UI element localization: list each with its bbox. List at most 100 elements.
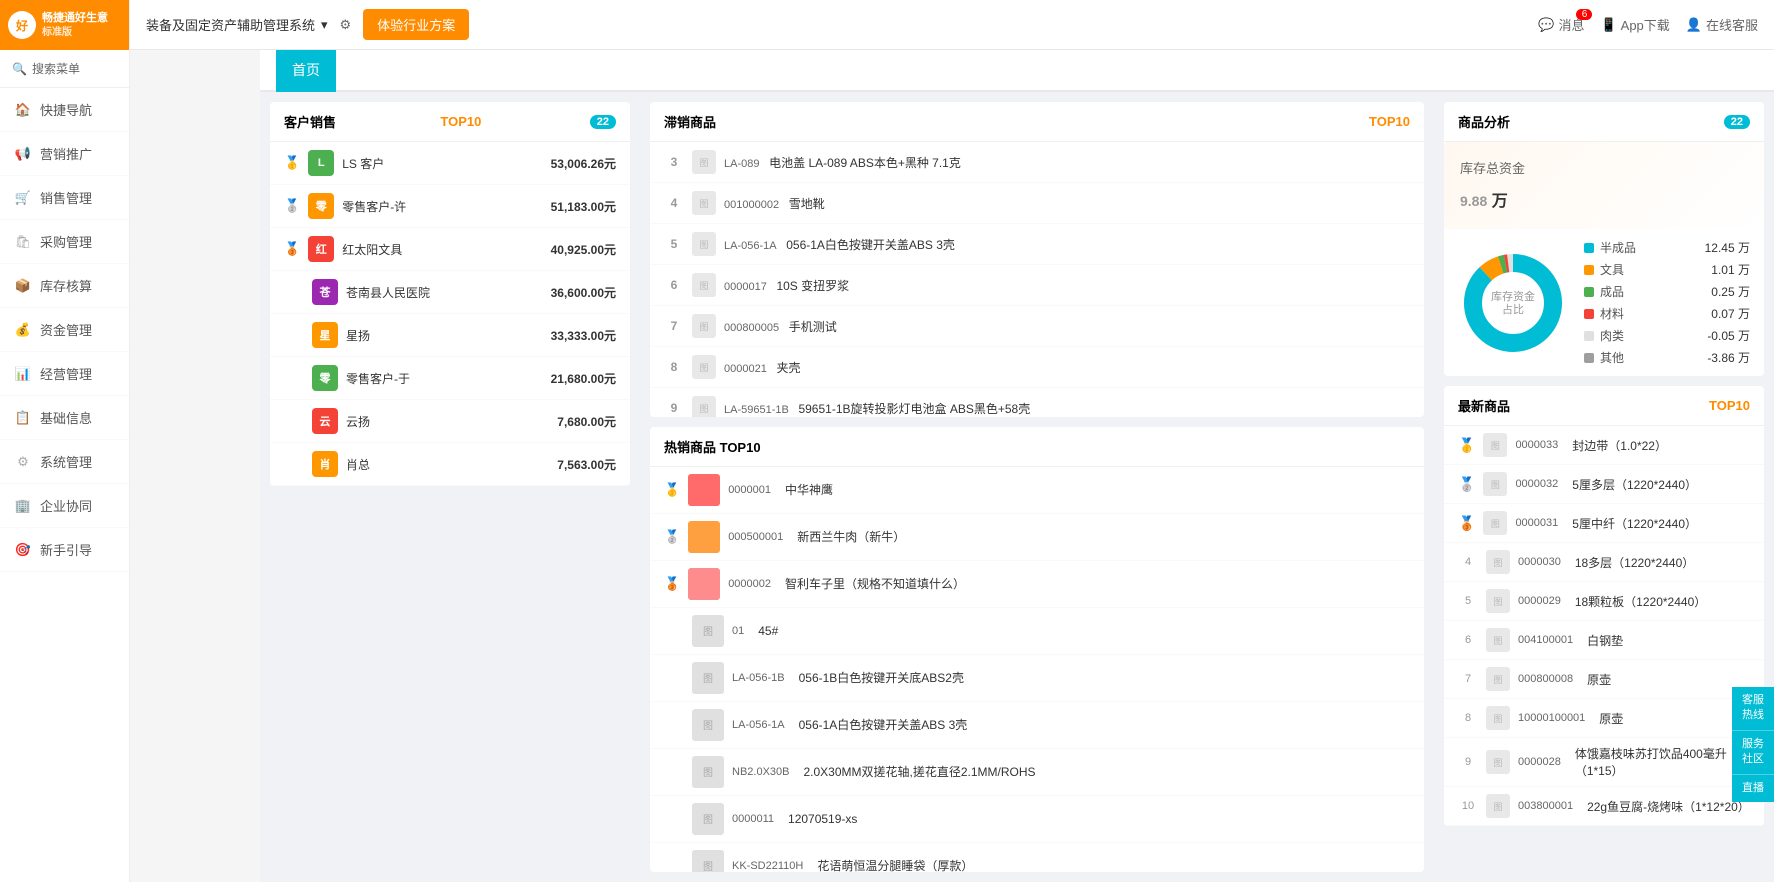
list-item: 🥉 图 0000031 5厘中纤（1220*2440）	[1444, 504, 1764, 543]
customer-sales-badge: 22	[590, 115, 616, 129]
product-code: LA-089	[724, 158, 759, 170]
float-service-button[interactable]: 客服热线	[1732, 687, 1774, 731]
sidebar-item-quick-nav[interactable]: 🏠 快捷导航	[0, 88, 129, 132]
messages-button[interactable]: 💬 消息 6	[1538, 15, 1584, 34]
product-code: 0000021	[724, 363, 767, 375]
sidebar-item-enterprise[interactable]: 🏢 企业协同	[0, 484, 129, 528]
float-direct-button[interactable]: 直播	[1732, 775, 1774, 802]
list-item: 4 图 0000030 18多层（1220*2440）	[1444, 543, 1764, 582]
content-area: 客户销售 TOP10 22 🥇 L LS 客户 53,006.26元 🥈 零 零…	[260, 92, 1774, 882]
sidebar-item-marketing[interactable]: 📢 营销推广	[0, 132, 129, 176]
rank-amount: 33,333.00元	[551, 327, 616, 344]
medal-icon: 🥈	[664, 529, 680, 545]
product-thumb: 图	[1483, 472, 1507, 496]
rank-amount: 7,563.00元	[557, 456, 616, 473]
hot-products-header: 热销商品 TOP10	[650, 427, 1424, 467]
product-thumb	[688, 474, 720, 506]
online-service-button[interactable]: 👤 在线客服	[1686, 15, 1758, 34]
product-name: 45#	[758, 624, 778, 638]
product-code: 0000001	[728, 484, 771, 496]
topbar: 装备及固定资产辅助管理系统 ▾ ⚙ 体验行业方案 💬 消息 6 📱 App下载 …	[130, 0, 1774, 50]
donut-chart: 库存资金 占比	[1458, 248, 1568, 358]
product-info: LA-59651-1B 59651-1B旋转投影灯电池盒 ABS黑色+58壳	[724, 400, 1410, 417]
rank-item: 苍 苍南县人民医院 36,600.00元	[270, 271, 630, 314]
inventory-header: 商品分析 22	[1444, 102, 1764, 142]
messages-badge: 6	[1576, 9, 1592, 20]
list-item: 图 LA-056-1B 056-1B白色按键开关底ABS2壳	[650, 655, 1424, 702]
settings-icon[interactable]: ⚙	[340, 17, 352, 33]
legend-dot	[1584, 243, 1594, 253]
new-products-label: 最新商品	[1458, 396, 1510, 415]
product-name: 体饿嘉枝味苏打饮品400毫升（1*15）	[1575, 745, 1750, 779]
product-thumb: 图	[1486, 706, 1510, 730]
rank-amount: 36,600.00元	[551, 284, 616, 301]
moving-products-header: 滞销商品 TOP10	[650, 102, 1424, 142]
system-selector[interactable]: 装备及固定资产辅助管理系统 ▾	[146, 15, 328, 34]
product-code: KK-SD22110H	[732, 860, 803, 872]
sidebar-item-operations[interactable]: 📊 经营管理	[0, 352, 129, 396]
legend-item: 肉类 -0.05 万	[1584, 327, 1750, 344]
moving-products-top: TOP10	[1369, 114, 1410, 129]
list-item: 5 图 LA-056-1A 056-1A白色按键开关盖ABS 3壳	[650, 224, 1424, 265]
list-item: 图 KK-SD22110H 花语萌恒温分腿睡袋（厚款）	[650, 843, 1424, 872]
sidebar-item-basic-info[interactable]: 📋 基础信息	[0, 396, 129, 440]
inventory-badge-label: 商品分析	[1458, 112, 1510, 131]
moving-products-list: 3 图 LA-089 电池盖 LA-089 ABS本色+黑种 7.1克 4 图 …	[650, 142, 1424, 417]
rank-name: 肖总	[346, 456, 549, 473]
legend-value: -3.86 万	[1707, 349, 1750, 366]
trial-button[interactable]: 体验行业方案	[363, 9, 469, 40]
sidebar-item-purchase[interactable]: 🛍 采购管理	[0, 220, 129, 264]
marketing-icon: 📢	[14, 145, 32, 163]
legend-label: 肉类	[1600, 327, 1624, 344]
customer-sales-top: TOP10	[440, 114, 481, 129]
topbar-right: 💬 消息 6 📱 App下载 👤 在线客服	[1538, 15, 1758, 34]
app-download-button[interactable]: 📱 App下载	[1600, 15, 1669, 34]
main-content: 首页 客户销售 TOP10 22 🥇 L LS 客户 53,006.26元 🥈 …	[260, 50, 1774, 882]
product-name: 056-1B白色按键开关底ABS2壳	[799, 669, 964, 686]
product-thumb: 图	[692, 803, 724, 835]
product-code: LA-056-1A	[724, 240, 777, 252]
legend-value: 0.25 万	[1711, 283, 1750, 300]
float-buttons: 客服热线 服务社区 直播	[1732, 687, 1774, 802]
sidebar-item-finance[interactable]: 💰 资金管理	[0, 308, 129, 352]
product-thumb: 图	[1486, 794, 1510, 818]
rank-num: 6	[664, 275, 684, 295]
rank-avatar: 星	[312, 322, 338, 348]
float-community-button[interactable]: 服务社区	[1732, 731, 1774, 775]
product-code: 0000029	[1518, 595, 1561, 607]
hot-products-title: 热销商品 TOP10	[664, 437, 761, 456]
logo-text: 畅捷通好生意 标准版	[42, 11, 108, 38]
rank-avatar: L	[308, 150, 334, 176]
medal-icon: 🥇	[1458, 437, 1475, 454]
sidebar-search[interactable]: 🔍 搜索菜单	[0, 50, 129, 88]
rank-avatar: 苍	[312, 279, 338, 305]
sidebar-item-guide[interactable]: 🎯 新手引导	[0, 528, 129, 572]
product-name: 12070519-xs	[788, 812, 857, 826]
tab-home[interactable]: 首页	[276, 50, 336, 92]
sidebar-item-inventory[interactable]: 📦 库存核算	[0, 264, 129, 308]
medal-icon: 🥉	[1458, 515, 1475, 532]
system-icon: ⚙	[14, 453, 32, 471]
rank-num: 10	[1458, 796, 1478, 816]
sidebar-item-system[interactable]: ⚙ 系统管理	[0, 440, 129, 484]
operations-icon: 📊	[14, 365, 32, 383]
rank-amount: 51,183.00元	[551, 198, 616, 215]
product-code: 004100001	[1518, 634, 1573, 646]
product-thumb: 图	[1486, 667, 1510, 691]
legend-item: 半成品 12.45 万	[1584, 239, 1750, 256]
right-column: 商品分析 22 库存总资金 9.88 万	[1434, 92, 1774, 882]
rank-item: 🥈 零 零售客户-许 51,183.00元	[270, 185, 630, 228]
product-name: 59651-1B旋转投影灯电池盒 ABS黑色+58壳	[798, 402, 1030, 416]
rank-avatar: 零	[308, 193, 334, 219]
rank-item: 🥇 L LS 客户 53,006.26元	[270, 142, 630, 185]
product-code: 0000028	[1518, 756, 1561, 768]
list-item: 🥇 0000001 中华神鹰	[650, 467, 1424, 514]
product-thumb: 图	[692, 150, 716, 174]
product-thumb: 图	[692, 850, 724, 872]
product-name: 手机测试	[789, 320, 837, 334]
product-code: NB2.0X30B	[732, 766, 789, 778]
inventory-amount: 9.88 万	[1460, 181, 1748, 213]
sidebar-item-sales[interactable]: 🛒 销售管理	[0, 176, 129, 220]
hot-products-list: 🥇 0000001 中华神鹰 🥈 000500001 新西兰牛肉（新牛） 🥉 0…	[650, 467, 1424, 872]
phone-icon: 📱	[1600, 17, 1616, 33]
